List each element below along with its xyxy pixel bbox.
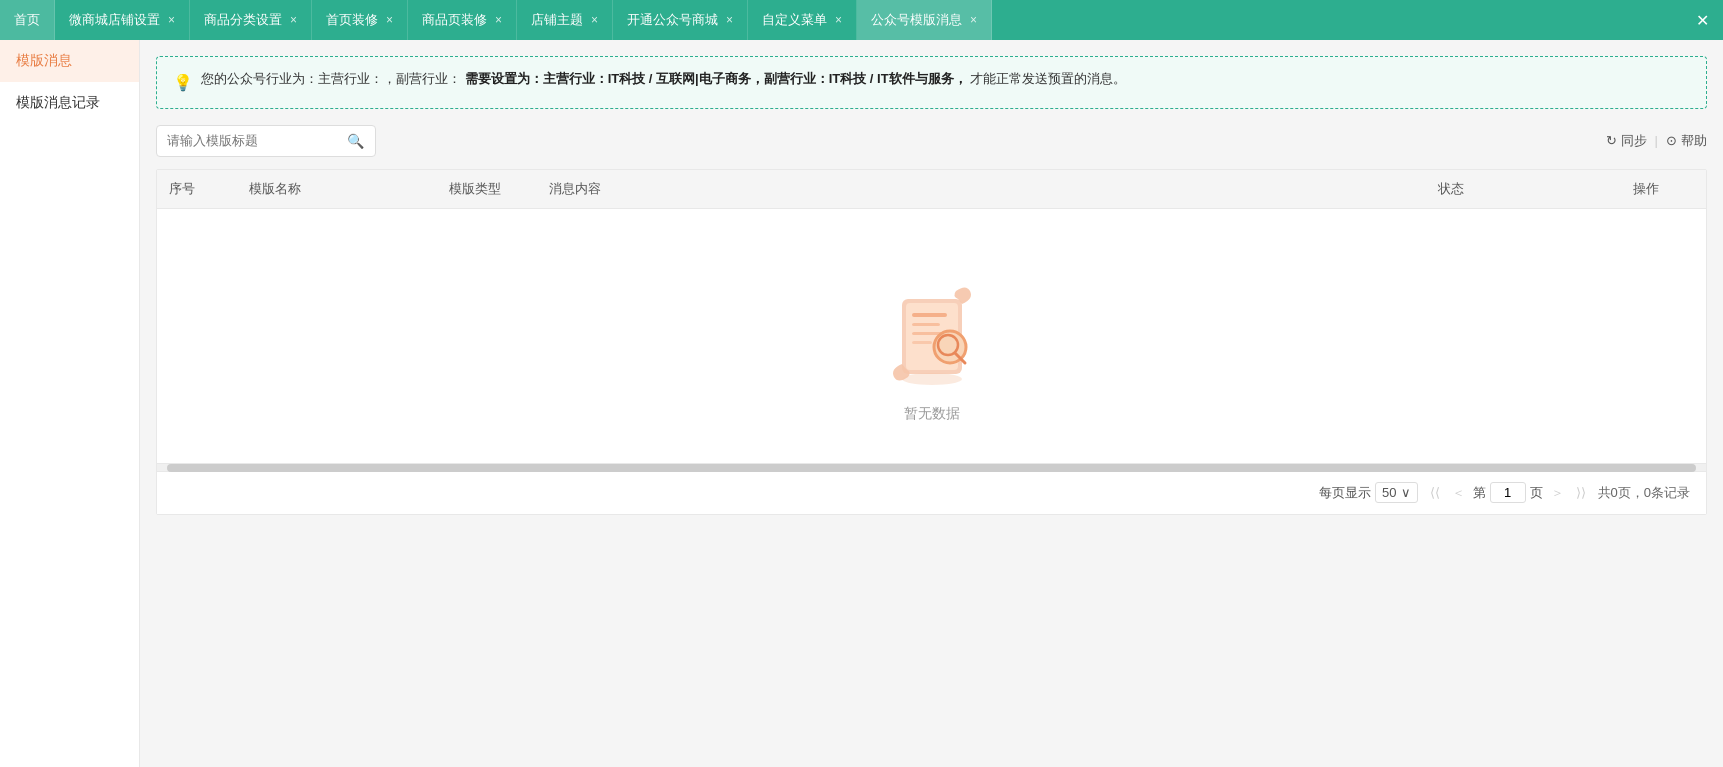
tab-product-decor-label: 商品页装修 bbox=[422, 11, 487, 29]
tab-template-msg[interactable]: 公众号模版消息 × bbox=[857, 0, 992, 40]
tab-template-msg-close-icon[interactable]: × bbox=[970, 13, 977, 27]
tab-home[interactable]: 首页 bbox=[0, 0, 55, 40]
tab-category-label: 商品分类设置 bbox=[204, 11, 282, 29]
notice-icon: 💡 bbox=[173, 70, 193, 96]
page-navigation: ⟨⟨ ＜ 第 页 ＞ ⟩⟩ bbox=[1426, 482, 1590, 504]
col-name: 模版名称 bbox=[237, 170, 437, 208]
col-type: 模版类型 bbox=[437, 170, 537, 208]
tab-shop-theme-close-icon[interactable]: × bbox=[591, 13, 598, 27]
tab-template-msg-label: 公众号模版消息 bbox=[871, 11, 962, 29]
pagination: 每页显示 50 ∨ ⟨⟨ ＜ 第 页 ＞ ⟩⟩ 共0页，0条记录 bbox=[157, 471, 1706, 514]
empty-state: 暂无数据 bbox=[157, 209, 1706, 463]
svg-rect-3 bbox=[912, 313, 947, 317]
tab-open-mall-label: 开通公众号商城 bbox=[627, 11, 718, 29]
tab-custom-menu-label: 自定义菜单 bbox=[762, 11, 827, 29]
col-content: 消息内容 bbox=[537, 170, 1426, 208]
tab-home-decor-close-icon[interactable]: × bbox=[386, 13, 393, 27]
page-unit: 页 bbox=[1530, 484, 1543, 502]
tab-wsc-settings[interactable]: 微商城店铺设置 × bbox=[55, 0, 190, 40]
notice-text: 您的公众号行业为：主营行业：，副营行业： 需要设置为：主营行业：IT科技 / 互… bbox=[201, 69, 1126, 90]
content-area: 💡 您的公众号行业为：主营行业：，副营行业： 需要设置为：主营行业：IT科技 /… bbox=[140, 40, 1723, 767]
page-size-label: 每页显示 bbox=[1319, 484, 1371, 502]
sidebar: 模版消息 模版消息记录 bbox=[0, 40, 140, 767]
tab-custom-menu[interactable]: 自定义菜单 × bbox=[748, 0, 857, 40]
notice-prefix: 您的公众号行业为：主营行业：，副营行业： bbox=[201, 71, 461, 86]
sync-label: 同步 bbox=[1621, 132, 1647, 150]
svg-point-0 bbox=[902, 373, 962, 385]
tab-product-decor-close-icon[interactable]: × bbox=[495, 13, 502, 27]
search-bar: 🔍 ↻ 同步 | ⊙ 帮助 bbox=[156, 125, 1707, 157]
tab-open-mall-close-icon[interactable]: × bbox=[726, 13, 733, 27]
tab-home-decor-label: 首页装修 bbox=[326, 11, 378, 29]
dropdown-chevron-icon: ∨ bbox=[1401, 485, 1411, 500]
notice-highlight: 需要设置为：主营行业：IT科技 / 互联网|电子商务，副营行业：IT科技 / I… bbox=[465, 71, 967, 86]
sidebar-item-template-record-label: 模版消息记录 bbox=[16, 94, 100, 110]
help-button[interactable]: ⊙ 帮助 bbox=[1666, 132, 1707, 150]
sidebar-item-template-msg-label: 模版消息 bbox=[16, 52, 72, 68]
sync-icon: ↻ bbox=[1606, 133, 1617, 148]
help-icon: ⊙ bbox=[1666, 133, 1677, 148]
search-icon[interactable]: 🔍 bbox=[347, 133, 364, 149]
table-header: 序号 模版名称 模版类型 消息内容 状态 操作 bbox=[157, 170, 1706, 209]
empty-illustration bbox=[872, 269, 992, 389]
page-total: 共0页，0条记录 bbox=[1598, 484, 1690, 502]
tab-open-mall[interactable]: 开通公众号商城 × bbox=[613, 0, 748, 40]
svg-rect-6 bbox=[912, 341, 932, 344]
page-size-select: 每页显示 50 ∨ bbox=[1319, 482, 1417, 503]
tab-category-close-icon[interactable]: × bbox=[290, 13, 297, 27]
sync-button[interactable]: ↻ 同步 bbox=[1606, 132, 1647, 150]
tab-shop-theme[interactable]: 店铺主题 × bbox=[517, 0, 613, 40]
tab-bar-close-all[interactable]: ✕ bbox=[1682, 11, 1723, 30]
page-label: 第 bbox=[1473, 484, 1486, 502]
search-input-wrap[interactable]: 🔍 bbox=[156, 125, 376, 157]
first-page-button[interactable]: ⟨⟨ bbox=[1426, 483, 1444, 502]
help-label: 帮助 bbox=[1681, 132, 1707, 150]
notice-suffix: 才能正常发送预置的消息。 bbox=[970, 71, 1126, 86]
prev-page-button[interactable]: ＜ bbox=[1448, 482, 1469, 504]
col-seq: 序号 bbox=[157, 170, 237, 208]
tab-custom-menu-close-icon[interactable]: × bbox=[835, 13, 842, 27]
page-input[interactable] bbox=[1490, 482, 1526, 503]
col-action: 操作 bbox=[1586, 170, 1706, 208]
tab-home-decor[interactable]: 首页装修 × bbox=[312, 0, 408, 40]
table-wrap: 序号 模版名称 模版类型 消息内容 状态 操作 bbox=[156, 169, 1707, 515]
empty-text: 暂无数据 bbox=[904, 405, 960, 423]
main-layout: 模版消息 模版消息记录 💡 您的公众号行业为：主营行业：，副营行业： 需要设置为… bbox=[0, 40, 1723, 767]
tab-wsc-label: 微商城店铺设置 bbox=[69, 11, 160, 29]
tab-bar: 首页 微商城店铺设置 × 商品分类设置 × 首页装修 × 商品页装修 × 店铺主… bbox=[0, 0, 1723, 40]
tab-shop-theme-label: 店铺主题 bbox=[531, 11, 583, 29]
horizontal-scrollbar[interactable] bbox=[157, 463, 1706, 471]
page-size-dropdown[interactable]: 50 ∨ bbox=[1375, 482, 1417, 503]
next-page-button[interactable]: ＞ bbox=[1547, 482, 1568, 504]
sidebar-item-template-msg[interactable]: 模版消息 bbox=[0, 40, 139, 82]
tab-product-decor[interactable]: 商品页装修 × bbox=[408, 0, 517, 40]
tab-product-category[interactable]: 商品分类设置 × bbox=[190, 0, 312, 40]
tab-wsc-close-icon[interactable]: × bbox=[168, 13, 175, 27]
page-size-value: 50 bbox=[1382, 485, 1396, 500]
divider: | bbox=[1655, 133, 1658, 148]
notice-banner: 💡 您的公众号行业为：主营行业：，副营行业： 需要设置为：主营行业：IT科技 /… bbox=[156, 56, 1707, 109]
svg-rect-4 bbox=[912, 323, 940, 326]
scrollbar-thumb[interactable] bbox=[167, 464, 1696, 472]
search-actions: ↻ 同步 | ⊙ 帮助 bbox=[1606, 132, 1707, 150]
search-input[interactable] bbox=[167, 133, 347, 148]
last-page-button[interactable]: ⟩⟩ bbox=[1572, 483, 1590, 502]
tab-home-label: 首页 bbox=[14, 11, 40, 29]
sidebar-item-template-record[interactable]: 模版消息记录 bbox=[0, 82, 139, 124]
col-status: 状态 bbox=[1426, 170, 1586, 208]
